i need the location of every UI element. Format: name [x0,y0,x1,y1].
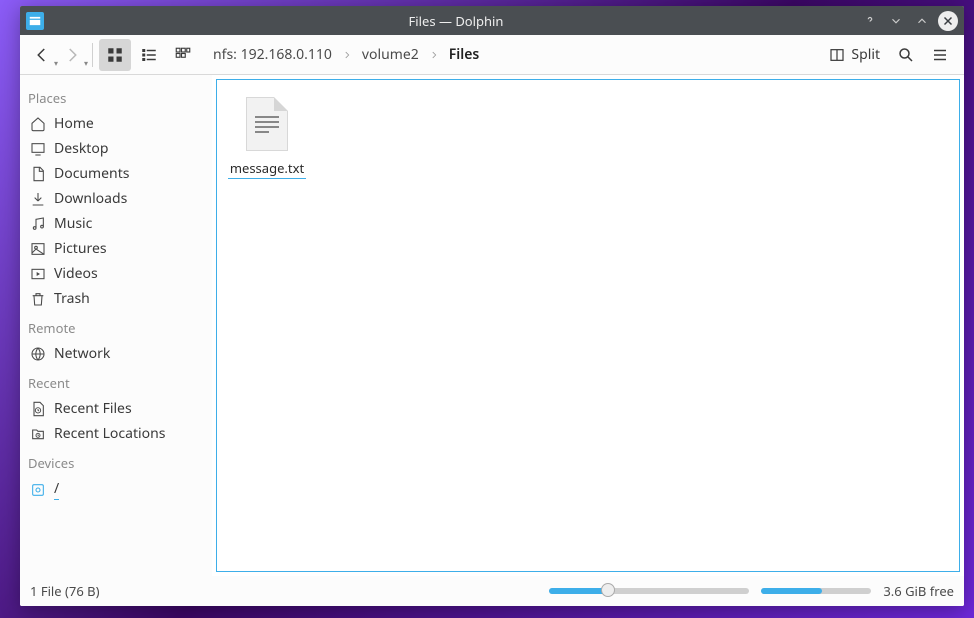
recent-file-icon [30,401,46,417]
sidebar-item-music[interactable]: Music [20,211,212,236]
document-icon [30,166,46,182]
sidebar-item-home[interactable]: Home [20,111,212,136]
sidebar-item-label: Home [54,114,94,133]
sidebar-item-label: / [54,479,59,500]
sidebar-item-desktop[interactable]: Desktop [20,136,212,161]
icons-view-button[interactable] [99,39,131,71]
close-button[interactable] [938,11,958,31]
free-space-label: 3.6 GiB free [883,582,954,600]
sidebar-item-network[interactable]: Network [20,341,212,366]
trash-icon [30,291,46,307]
sidebar-item-pictures[interactable]: Pictures [20,236,212,261]
details-view-button[interactable] [167,39,199,71]
maximize-button[interactable] [912,11,932,31]
split-label: Split [851,45,880,64]
chevron-right-icon [340,50,354,60]
sidebar-item-label: Trash [54,289,90,308]
search-button[interactable] [890,39,922,71]
status-info: 1 File (76 B) [30,582,537,600]
file-name-label: message.txt [228,158,306,179]
separator [92,43,93,67]
sidebar-section-places: Places [20,81,212,111]
places-panel: Places Home Desktop Documents Downloads Music… [20,75,212,576]
network-icon [30,346,46,362]
home-icon [30,116,46,132]
help-button[interactable] [860,11,880,31]
sidebar-item-label: Pictures [54,239,107,258]
sidebar-item--[interactable]: / [20,476,212,503]
sidebar-item-downloads[interactable]: Downloads [20,186,212,211]
minimize-button[interactable] [886,11,906,31]
sidebar-item-label: Music [54,214,92,233]
sidebar-item-label: Videos [54,264,98,283]
text-file-icon [243,94,291,154]
split-button[interactable]: Split [821,41,888,68]
sidebar-section-remote: Remote [20,311,212,341]
disk-usage-bar [761,588,871,594]
sidebar-item-label: Documents [54,164,129,183]
file-view[interactable]: message.txt [216,79,960,572]
sidebar-item-recent-locations[interactable]: Recent Locations [20,421,212,446]
app-icon [26,12,44,30]
chevron-right-icon [427,50,441,60]
dolphin-window: Files — Dolphin ▾ ▾ [20,6,964,606]
statusbar: 1 File (76 B) 3.6 GiB free [20,576,964,606]
sidebar-section-recent: Recent [20,366,212,396]
sidebar-section-devices: Devices [20,446,212,476]
toolbar: ▾ ▾ nfs: 192.168.0.110 volume2 Files Split [20,35,964,75]
file-item[interactable]: message.txt [227,90,307,183]
download-icon [30,191,46,207]
breadcrumb: nfs: 192.168.0.110 volume2 Files [201,43,819,66]
breadcrumb-item[interactable]: volume2 [358,43,423,66]
music-icon [30,216,46,232]
menu-button[interactable] [924,39,956,71]
sidebar-item-videos[interactable]: Videos [20,261,212,286]
sidebar-item-label: Desktop [54,139,108,158]
breadcrumb-item[interactable]: Files [445,43,484,66]
sidebar-item-trash[interactable]: Trash [20,286,212,311]
disk-icon [30,482,46,498]
content-area: Places Home Desktop Documents Downloads Music… [20,75,964,576]
back-button[interactable]: ▾ [28,39,56,71]
sidebar-item-label: Recent Files [54,399,132,418]
compact-view-button[interactable] [133,39,165,71]
recent-loc-icon [30,426,46,442]
picture-icon [30,241,46,257]
sidebar-item-label: Network [54,344,110,363]
sidebar-item-label: Downloads [54,189,127,208]
breadcrumb-item[interactable]: nfs: 192.168.0.110 [209,43,336,66]
window-title: Files — Dolphin [52,12,860,30]
sidebar-item-recent-files[interactable]: Recent Files [20,396,212,421]
desktop-icon [30,141,46,157]
sidebar-item-documents[interactable]: Documents [20,161,212,186]
sidebar-item-label: Recent Locations [54,424,165,443]
titlebar[interactable]: Files — Dolphin [20,6,964,35]
forward-button[interactable]: ▾ [58,39,86,71]
zoom-slider[interactable] [549,588,749,594]
video-icon [30,266,46,282]
